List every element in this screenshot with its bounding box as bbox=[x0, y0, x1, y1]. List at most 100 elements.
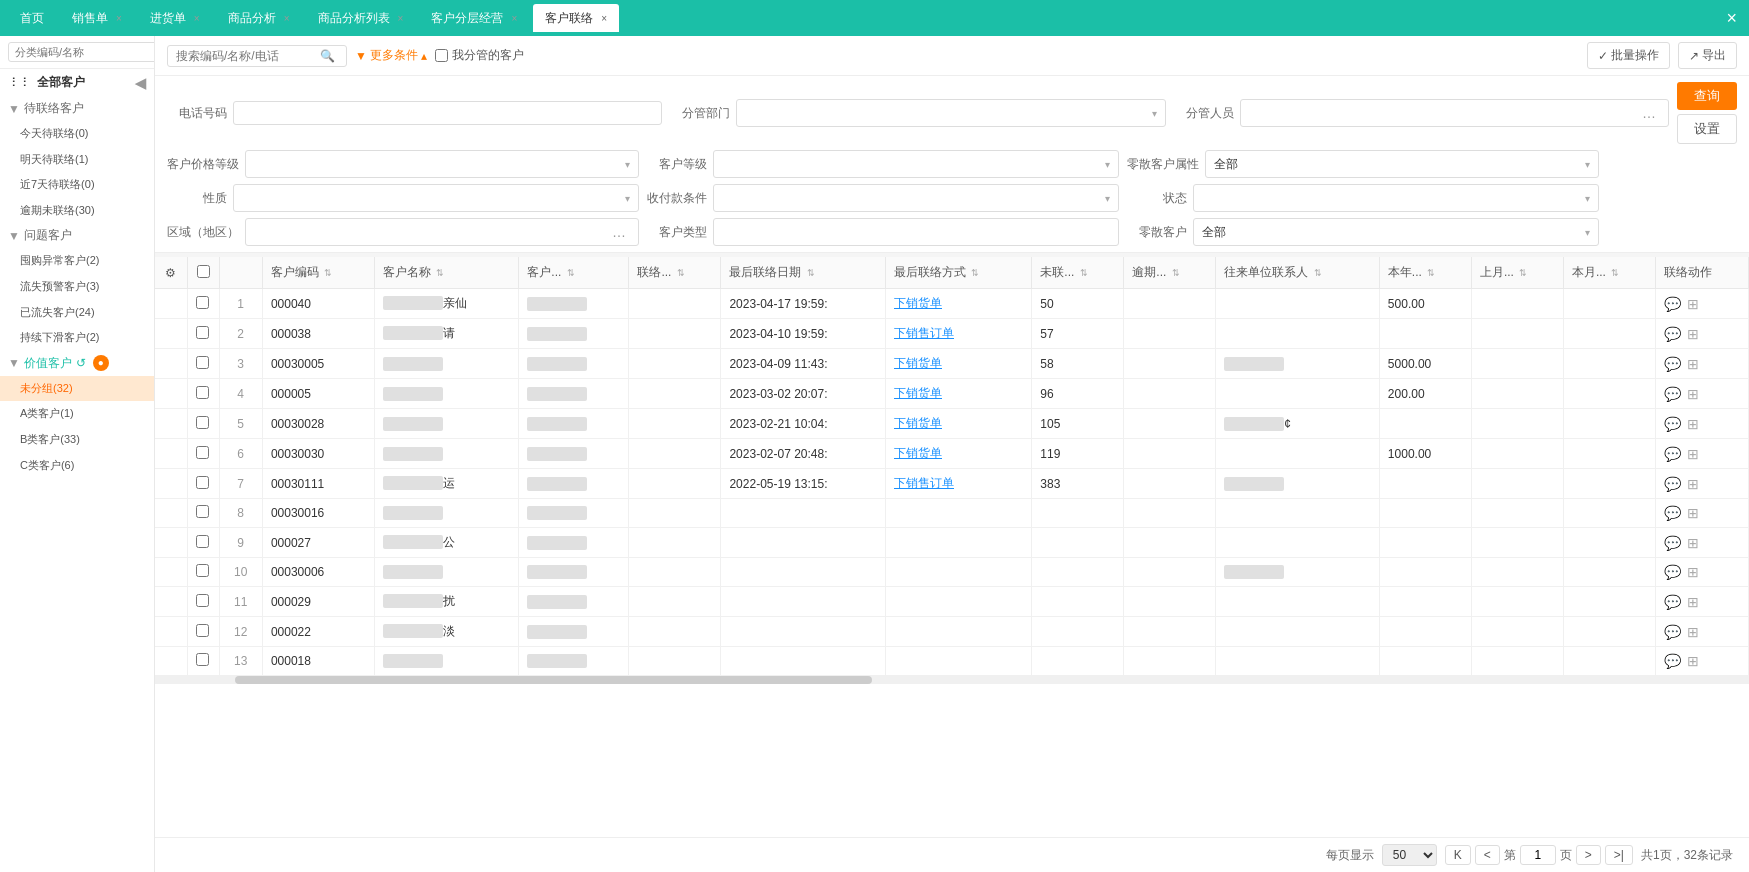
sidebar-item-churned[interactable]: 已流失客户(24) bbox=[0, 300, 154, 326]
action-chat-icon[interactable]: 💬 bbox=[1664, 564, 1681, 580]
sidebar-item-today-pending[interactable]: 今天待联络(0) bbox=[0, 121, 154, 147]
action-chat-icon[interactable]: 💬 bbox=[1664, 624, 1681, 640]
last-method-link[interactable]: 下销货单 bbox=[894, 356, 942, 370]
action-chat-icon[interactable]: 💬 bbox=[1664, 594, 1681, 610]
sidebar-collapse-button[interactable]: ◀ bbox=[135, 75, 146, 91]
th-unit-contact[interactable]: 往来单位联系人 ⇅ bbox=[1216, 257, 1380, 289]
action-grid-icon[interactable]: ⊞ bbox=[1687, 446, 1699, 462]
nav-tab-customer-contact-close[interactable]: × bbox=[601, 13, 607, 24]
td-checkbox[interactable] bbox=[187, 587, 219, 617]
action-grid-icon[interactable]: ⊞ bbox=[1687, 416, 1699, 432]
action-chat-icon[interactable]: 💬 bbox=[1664, 446, 1681, 462]
td-checkbox[interactable] bbox=[187, 617, 219, 647]
page-size-select[interactable]: 50 100 200 bbox=[1382, 844, 1437, 866]
dept-select[interactable] bbox=[736, 99, 1165, 127]
th-customer-name[interactable]: 客户名称 ⇅ bbox=[374, 257, 518, 289]
action-grid-icon[interactable]: ⊞ bbox=[1687, 594, 1699, 610]
action-grid-icon[interactable]: ⊞ bbox=[1687, 653, 1699, 669]
manager-more-btn[interactable]: … bbox=[1638, 105, 1660, 121]
row-checkbox[interactable] bbox=[196, 416, 209, 429]
page-number-input[interactable] bbox=[1520, 845, 1556, 865]
payment-select[interactable] bbox=[713, 184, 1119, 212]
th-last-contact-method[interactable]: 最后联络方式 ⇅ bbox=[886, 257, 1032, 289]
app-close-button[interactable]: × bbox=[1722, 8, 1741, 29]
horizontal-scroll-thumb[interactable] bbox=[235, 676, 873, 684]
row-checkbox[interactable] bbox=[196, 624, 209, 637]
td-checkbox[interactable] bbox=[187, 499, 219, 528]
customer-type-select[interactable] bbox=[713, 218, 1119, 246]
batch-ops-button[interactable]: ✓ 批量操作 bbox=[1587, 42, 1670, 69]
th-this-year[interactable]: 本年... ⇅ bbox=[1379, 257, 1471, 289]
sidebar-item-a-customers[interactable]: A类客户(1) bbox=[0, 401, 154, 427]
export-button[interactable]: ↗ 导出 bbox=[1678, 42, 1737, 69]
nav-tab-product-list-close[interactable]: × bbox=[398, 13, 404, 24]
last-method-link[interactable]: 下销货单 bbox=[894, 386, 942, 400]
retail-attr-select[interactable]: 全部 bbox=[1205, 150, 1599, 178]
row-checkbox[interactable] bbox=[196, 505, 209, 518]
th-last-contact-date[interactable]: 最后联络日期 ⇅ bbox=[721, 257, 886, 289]
action-chat-icon[interactable]: 💬 bbox=[1664, 326, 1681, 342]
filter-more-conditions[interactable]: ▼ 更多条件 ▴ bbox=[355, 47, 427, 64]
td-checkbox[interactable] bbox=[187, 558, 219, 587]
row-checkbox[interactable] bbox=[196, 535, 209, 548]
filter-search-icon[interactable]: 🔍 bbox=[320, 49, 335, 63]
filter-search-input[interactable] bbox=[176, 49, 316, 63]
manager-select[interactable]: … bbox=[1240, 99, 1669, 127]
horizontal-scroll-track[interactable] bbox=[155, 676, 1749, 684]
sidebar-item-b-customers[interactable]: B类客户(33) bbox=[0, 427, 154, 453]
sidebar-item-declining[interactable]: 持续下滑客户(2) bbox=[0, 325, 154, 351]
next-page-button[interactable]: > bbox=[1576, 845, 1601, 865]
action-grid-icon[interactable]: ⊞ bbox=[1687, 505, 1699, 521]
row-checkbox[interactable] bbox=[196, 326, 209, 339]
region-more-btn[interactable]: … bbox=[608, 224, 630, 240]
nav-tab-customer-segment-close[interactable]: × bbox=[511, 13, 517, 24]
last-method-link[interactable]: 下销售订单 bbox=[894, 476, 954, 490]
action-grid-icon[interactable]: ⊞ bbox=[1687, 476, 1699, 492]
nav-tab-customer-segment[interactable]: 客户分层经营 × bbox=[419, 4, 529, 32]
th-this-month[interactable]: 本月... ⇅ bbox=[1563, 257, 1655, 289]
last-method-link[interactable]: 下销售订单 bbox=[894, 326, 954, 340]
nav-tab-product-analysis[interactable]: 商品分析 × bbox=[216, 4, 302, 32]
action-grid-icon[interactable]: ⊞ bbox=[1687, 296, 1699, 312]
region-select[interactable]: … bbox=[245, 218, 639, 246]
sidebar-item-c-customers[interactable]: C类客户(6) bbox=[0, 453, 154, 479]
nav-tab-product-list[interactable]: 商品分析列表 × bbox=[306, 4, 416, 32]
action-grid-icon[interactable]: ⊞ bbox=[1687, 564, 1699, 580]
th-checkbox[interactable] bbox=[187, 257, 219, 289]
last-method-link[interactable]: 下销货单 bbox=[894, 416, 942, 430]
price-level-select[interactable] bbox=[245, 150, 639, 178]
td-checkbox[interactable] bbox=[187, 379, 219, 409]
row-checkbox[interactable] bbox=[196, 296, 209, 309]
nav-tab-customer-contact[interactable]: 客户联络 × bbox=[533, 4, 619, 32]
action-chat-icon[interactable]: 💬 bbox=[1664, 296, 1681, 312]
phone-input[interactable] bbox=[233, 101, 662, 125]
nature-select[interactable] bbox=[233, 184, 639, 212]
last-method-link[interactable]: 下销货单 bbox=[894, 296, 942, 310]
th-last-month[interactable]: 上月... ⇅ bbox=[1471, 257, 1563, 289]
action-grid-icon[interactable]: ⊞ bbox=[1687, 326, 1699, 342]
action-chat-icon[interactable]: 💬 bbox=[1664, 535, 1681, 551]
action-chat-icon[interactable]: 💬 bbox=[1664, 386, 1681, 402]
td-checkbox[interactable] bbox=[187, 349, 219, 379]
nav-tab-purchase-close[interactable]: × bbox=[194, 13, 200, 24]
th-uncontacted[interactable]: 未联... ⇅ bbox=[1032, 257, 1124, 289]
action-chat-icon[interactable]: 💬 bbox=[1664, 653, 1681, 669]
sidebar-item-ungrouped[interactable]: 未分组(32) bbox=[0, 376, 154, 402]
td-checkbox[interactable] bbox=[187, 647, 219, 676]
status-select[interactable] bbox=[1193, 184, 1599, 212]
row-checkbox[interactable] bbox=[196, 476, 209, 489]
nav-tab-home[interactable]: 首页 bbox=[8, 4, 56, 32]
sidebar-item-7days-pending[interactable]: 近7天待联络(0) bbox=[0, 172, 154, 198]
th-contact[interactable]: 联络... ⇅ bbox=[629, 257, 721, 289]
my-customers-checkbox[interactable] bbox=[435, 49, 448, 62]
row-checkbox[interactable] bbox=[196, 594, 209, 607]
action-grid-icon[interactable]: ⊞ bbox=[1687, 624, 1699, 640]
row-checkbox[interactable] bbox=[196, 356, 209, 369]
td-checkbox[interactable] bbox=[187, 439, 219, 469]
nav-tab-sales[interactable]: 销售单 × bbox=[60, 4, 134, 32]
td-checkbox[interactable] bbox=[187, 409, 219, 439]
action-grid-icon[interactable]: ⊞ bbox=[1687, 535, 1699, 551]
nav-tab-purchase[interactable]: 进货单 × bbox=[138, 4, 212, 32]
sidebar-group-value[interactable]: ▼ 价值客户 ↺ ● bbox=[0, 351, 154, 376]
th-customer-code[interactable]: 客户编码 ⇅ bbox=[262, 257, 374, 289]
